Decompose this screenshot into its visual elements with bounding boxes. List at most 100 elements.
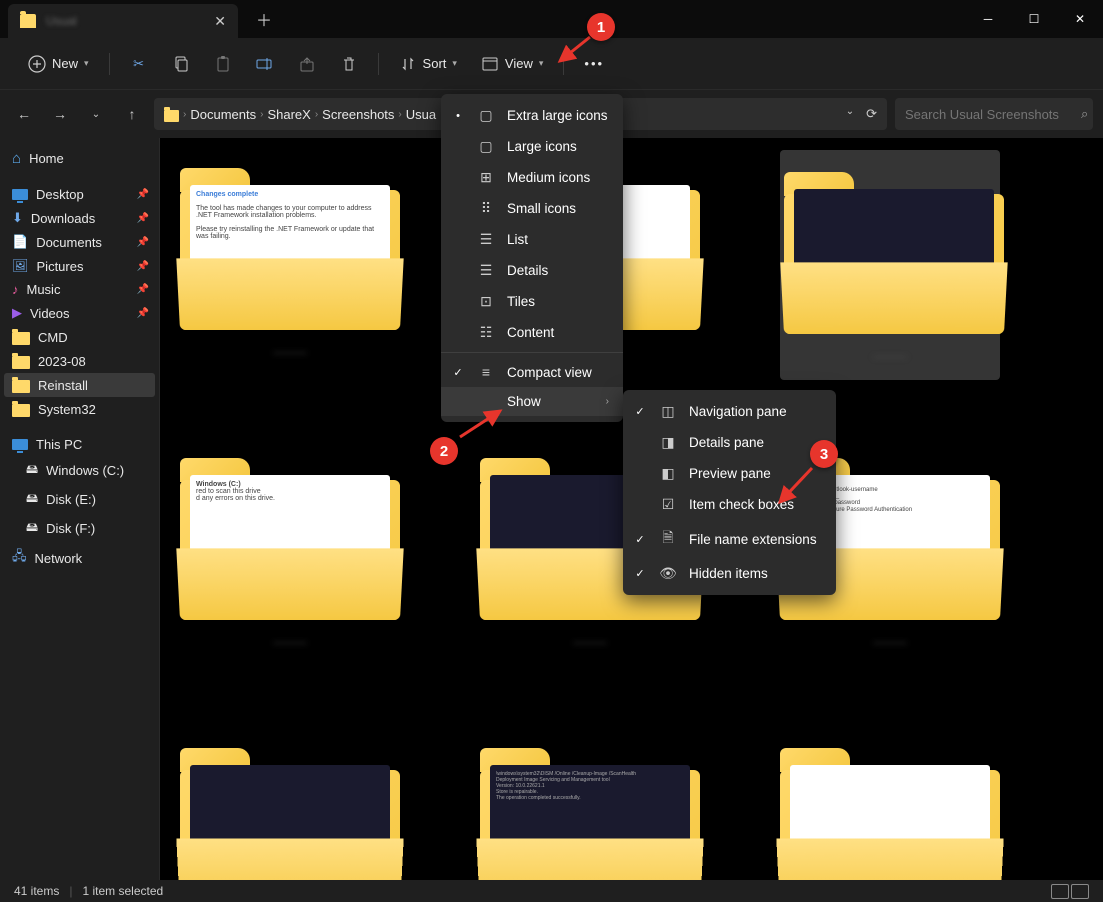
delete-button[interactable] (330, 49, 368, 79)
sidebar-videos[interactable]: ▶Videos📌 (4, 301, 155, 325)
breadcrumb-item[interactable]: Screenshots (322, 107, 394, 122)
thumbnails-view-toggle[interactable] (1071, 884, 1089, 899)
forward-button[interactable]: → (46, 100, 74, 128)
chevron-right-icon: › (606, 396, 609, 407)
annotation-callout-2: 2 (430, 437, 458, 465)
close-button[interactable]: ✕ (1057, 0, 1103, 38)
view-list[interactable]: ☰List (441, 224, 623, 255)
folder-icon (12, 404, 30, 417)
back-button[interactable]: ← (10, 100, 38, 128)
grid-icon: ⊞ (477, 169, 495, 186)
content-icon: ☷ (477, 324, 495, 341)
music-icon: ♪ (12, 282, 19, 297)
sidebar-folder[interactable]: 2023-08 (4, 349, 155, 373)
details-view-toggle[interactable] (1051, 884, 1069, 899)
breadcrumb-item[interactable]: Documents (190, 107, 256, 122)
paste-button[interactable] (204, 49, 242, 79)
document-icon: 📄 (12, 234, 28, 250)
show-extensions[interactable]: ✓🗎File name extensions (623, 520, 836, 558)
item-count: 41 items (14, 884, 59, 898)
sidebar-drive[interactable]: 🖴Disk (E:) (4, 485, 155, 514)
sidebar-thispc[interactable]: This PC (4, 433, 155, 456)
sidebar: ⌂Home Desktop📌 ⬇Downloads📌 📄Documents📌 🖼… (0, 138, 160, 880)
sidebar-folder[interactable]: Reinstall (4, 373, 155, 397)
folder-item[interactable] (780, 730, 1000, 880)
sort-icon (399, 55, 417, 73)
chevron-down-icon: ▾ (539, 58, 544, 69)
folder-item[interactable]: Changes completeThe tool has made change… (180, 150, 400, 380)
active-tab[interactable]: Usual ✕ (8, 4, 238, 38)
view-dropdown: •▢Extra large icons ▢Large icons ⊞Medium… (441, 94, 623, 422)
folder-icon (20, 14, 36, 28)
sidebar-network[interactable]: 🖧Network (4, 543, 155, 573)
folder-icon (164, 110, 179, 122)
breadcrumb-item[interactable]: ShareX (267, 107, 310, 122)
selection-count: 1 item selected (82, 884, 163, 898)
rename-button[interactable] (246, 49, 284, 79)
annotation-arrow-1 (554, 35, 594, 65)
view-button[interactable]: View ▾ (471, 49, 553, 79)
pin-icon: 📌 (137, 189, 149, 200)
view-extra-large[interactable]: •▢Extra large icons (441, 100, 623, 131)
status-bar: 41 items | 1 item selected (0, 880, 1103, 902)
toolbar: New ▾ ✂ Sort ▾ View ▾ ••• (0, 38, 1103, 90)
sidebar-home[interactable]: ⌂Home (4, 146, 155, 171)
minimize-button[interactable]: ─ (965, 0, 1011, 38)
refresh-button[interactable]: ⟳ (866, 106, 877, 122)
cut-button[interactable]: ✂ (120, 49, 158, 79)
up-button[interactable]: ↑ (118, 100, 146, 128)
window-controls: ─ ☐ ✕ (965, 0, 1103, 38)
sidebar-drive[interactable]: 🖴Windows (C:) (4, 456, 155, 485)
folder-icon (12, 356, 30, 369)
eye-icon: 👁 (659, 565, 677, 582)
sidebar-folder[interactable]: System32 (4, 397, 155, 421)
view-details[interactable]: ☰Details (441, 255, 623, 286)
new-button[interactable]: New ▾ (18, 49, 99, 79)
view-small[interactable]: ⠿Small icons (441, 193, 623, 224)
view-content[interactable]: ☷Content (441, 317, 623, 348)
network-icon: 🖧 (12, 547, 27, 569)
pane-icon: ◧ (659, 465, 677, 482)
sidebar-documents[interactable]: 📄Documents📌 (4, 230, 155, 254)
search-input[interactable] (905, 107, 1081, 122)
folder-item[interactable]: Windows (C:)red to scan this drived any … (180, 440, 400, 670)
folder-item[interactable]: \windows\system32\DISM /Online /Cleanup-… (480, 730, 700, 880)
pin-icon: 📌 (137, 237, 149, 248)
pin-icon: 📌 (137, 284, 149, 295)
show-nav-pane[interactable]: ✓◫Navigation pane (623, 396, 836, 427)
copy-button[interactable] (162, 49, 200, 79)
view-large[interactable]: ▢Large icons (441, 131, 623, 162)
pane-icon: ◨ (659, 434, 677, 451)
view-medium[interactable]: ⊞Medium icons (441, 162, 623, 193)
show-hidden[interactable]: ✓👁Hidden items (623, 558, 836, 589)
details-icon: ☰ (477, 262, 495, 279)
home-icon: ⌂ (12, 150, 21, 167)
sort-button[interactable]: Sort ▾ (389, 49, 467, 79)
annotation-callout-3: 3 (810, 440, 838, 468)
address-dropdown[interactable]: ⌄ (846, 106, 854, 122)
tab-close-button[interactable]: ✕ (214, 13, 226, 30)
share-button[interactable] (288, 49, 326, 79)
plus-circle-icon (28, 55, 46, 73)
sidebar-music[interactable]: ♪Music📌 (4, 278, 155, 301)
sidebar-pictures[interactable]: 🖼Pictures📌 (4, 254, 155, 278)
sidebar-downloads[interactable]: ⬇Downloads📌 (4, 206, 155, 230)
sidebar-drive[interactable]: 🖴Disk (F:) (4, 514, 155, 543)
view-tiles[interactable]: ⊡Tiles (441, 286, 623, 317)
tiles-icon: ⊡ (477, 293, 495, 310)
search-box[interactable]: ⌕ (895, 98, 1093, 130)
folder-item-selected[interactable]: _____ (780, 150, 1000, 380)
annotation-arrow-3 (774, 466, 816, 506)
show-details-pane[interactable]: ◨Details pane (623, 427, 836, 458)
monitor-icon (12, 189, 28, 200)
sidebar-desktop[interactable]: Desktop📌 (4, 183, 155, 206)
sidebar-folder[interactable]: CMD (4, 325, 155, 349)
breadcrumb-item[interactable]: Usua (406, 107, 436, 122)
drive-icon: 🖴 (26, 489, 38, 510)
view-compact[interactable]: ✓≡Compact view (441, 357, 623, 387)
folder-item[interactable] (180, 730, 400, 880)
chevron-down-icon: ▾ (84, 58, 89, 69)
recent-button[interactable]: ⌄ (82, 100, 110, 128)
maximize-button[interactable]: ☐ (1011, 0, 1057, 38)
new-tab-button[interactable]: ＋ (256, 7, 272, 31)
